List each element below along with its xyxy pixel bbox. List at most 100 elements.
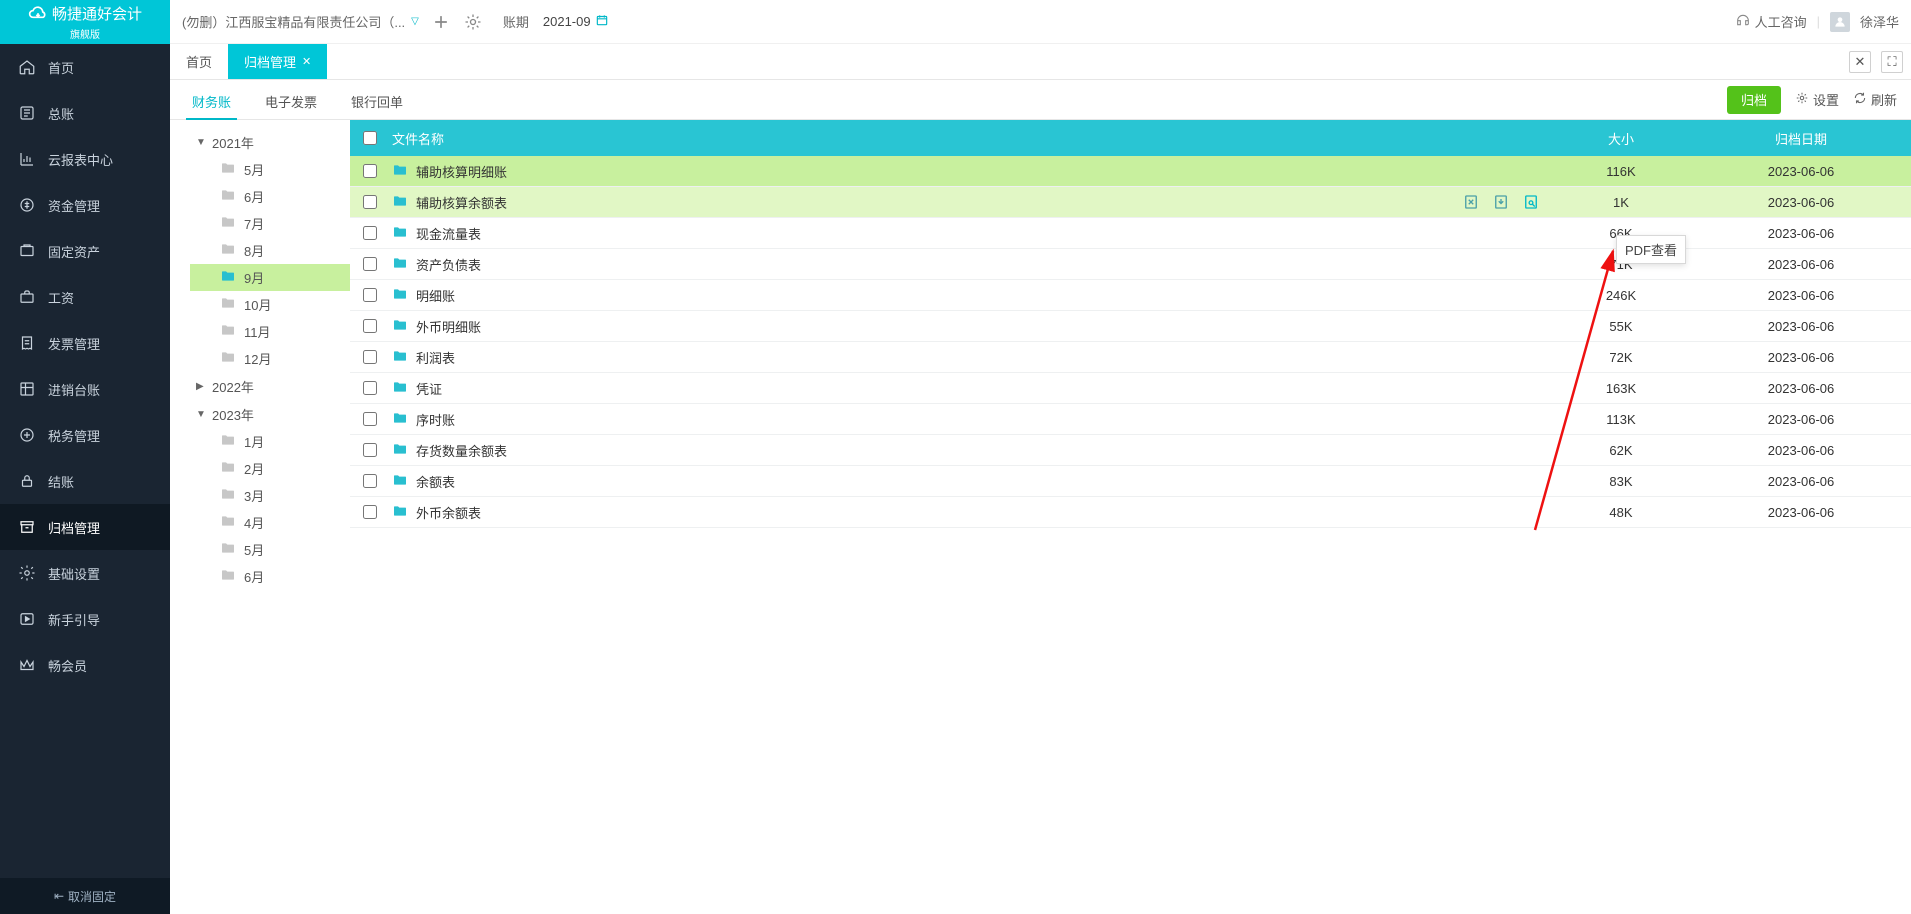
folder-icon	[220, 540, 236, 559]
view-pdf-icon[interactable]	[1521, 192, 1541, 212]
tree-month[interactable]: 6月	[190, 563, 350, 590]
tab-close-all-icon[interactable]: ✕	[1849, 51, 1871, 73]
tree-year-label: 2021年	[212, 133, 254, 152]
subtab-finance[interactable]: 财务账	[186, 92, 237, 119]
table-row[interactable]: 序时账113K2023-06-06	[350, 404, 1911, 435]
settings-gear-icon[interactable]	[463, 12, 483, 32]
tree-month[interactable]: 6月	[190, 183, 350, 210]
file-date: 2023-06-06	[1691, 350, 1911, 365]
row-checkbox[interactable]	[363, 319, 377, 333]
table-row[interactable]: 辅助核算明细账116K2023-06-06	[350, 156, 1911, 187]
tree-month-label: 6月	[244, 567, 264, 586]
avatar-icon[interactable]	[1830, 12, 1850, 32]
subtab-bank[interactable]: 银行回单	[345, 92, 409, 119]
nav-archive[interactable]: 归档管理	[0, 504, 170, 550]
nav-funds[interactable]: 资金管理	[0, 182, 170, 228]
tree-month[interactable]: 2月	[190, 455, 350, 482]
main-area: (勿删）江西服宝精品有限责任公司（... ▽ 账期 2021-09 人工咨询 |…	[170, 0, 1911, 914]
folder-icon	[392, 286, 408, 305]
table-row[interactable]: 辅助核算余额表1K2023-06-06	[350, 187, 1911, 218]
tree-month[interactable]: 5月	[190, 156, 350, 183]
header-size: 大小	[1551, 129, 1691, 148]
row-checkbox[interactable]	[363, 505, 377, 519]
nav-inventory[interactable]: 进销台账	[0, 366, 170, 412]
row-checkbox[interactable]	[363, 164, 377, 178]
tree-month[interactable]: 8月	[190, 237, 350, 264]
tab-label: 首页	[186, 52, 212, 71]
table-row[interactable]: 余额表83K2023-06-06	[350, 466, 1911, 497]
nav-fixed-assets[interactable]: 固定资产	[0, 228, 170, 274]
nav-label: 总账	[48, 104, 74, 123]
row-checkbox[interactable]	[363, 474, 377, 488]
support-link[interactable]: 人工咨询	[1735, 12, 1807, 31]
download-pdf-icon[interactable]	[1491, 192, 1511, 212]
row-checkbox[interactable]	[363, 381, 377, 395]
table-row[interactable]: 外币余额表48K2023-06-06	[350, 497, 1911, 528]
refresh-link[interactable]: 刷新	[1853, 90, 1897, 109]
archive-button[interactable]: 归档	[1727, 86, 1781, 114]
row-checkbox[interactable]	[363, 195, 377, 209]
company-name-text: (勿删）江西服宝精品有限责任公司（...	[182, 12, 405, 31]
tab-archive[interactable]: 归档管理 ✕	[228, 44, 327, 79]
nav-label: 发票管理	[48, 334, 100, 353]
file-date: 2023-06-06	[1691, 288, 1911, 303]
tab-home[interactable]: 首页	[170, 44, 228, 79]
file-name: 现金流量表	[416, 224, 481, 243]
user-name[interactable]: 徐泽华	[1860, 12, 1899, 31]
tree-month-label: 10月	[244, 295, 271, 314]
tree-year[interactable]: ▼2021年	[190, 128, 350, 156]
calendar-icon	[595, 13, 609, 30]
settings-link[interactable]: 设置	[1795, 90, 1839, 109]
tree-month[interactable]: 3月	[190, 482, 350, 509]
nav-invoice[interactable]: 发票管理	[0, 320, 170, 366]
file-size: 83K	[1551, 474, 1691, 489]
tree-month[interactable]: 12月	[190, 345, 350, 372]
pin-off-icon: ⇤	[54, 889, 64, 903]
nav-member[interactable]: 畅会员	[0, 642, 170, 688]
nav-salary[interactable]: 工资	[0, 274, 170, 320]
tab-fullscreen-icon[interactable]: ⛶	[1881, 51, 1903, 73]
close-icon[interactable]: ✕	[302, 55, 311, 68]
nav-home[interactable]: 首页	[0, 44, 170, 90]
folder-icon	[220, 459, 236, 478]
tree-month-label: 4月	[244, 513, 264, 532]
nav-ledger[interactable]: 总账	[0, 90, 170, 136]
nav-report-center[interactable]: 云报表中心	[0, 136, 170, 182]
tree-month[interactable]: 7月	[190, 210, 350, 237]
row-checkbox[interactable]	[363, 443, 377, 457]
row-checkbox[interactable]	[363, 350, 377, 364]
nav-settings[interactable]: 基础设置	[0, 550, 170, 596]
add-icon[interactable]	[431, 12, 451, 32]
nav-close-period[interactable]: 结账	[0, 458, 170, 504]
tree-month[interactable]: 5月	[190, 536, 350, 563]
nav-tax[interactable]: 税务管理	[0, 412, 170, 458]
row-checkbox[interactable]	[363, 226, 377, 240]
table-row[interactable]: 存货数量余额表62K2023-06-06	[350, 435, 1911, 466]
select-all-checkbox[interactable]	[363, 131, 377, 145]
tree-month[interactable]: 11月	[190, 318, 350, 345]
period-picker[interactable]: 2021-09	[543, 13, 609, 30]
row-checkbox[interactable]	[363, 288, 377, 302]
topbar: (勿删）江西服宝精品有限责任公司（... ▽ 账期 2021-09 人工咨询 |…	[170, 0, 1911, 44]
table-row[interactable]: 利润表72K2023-06-06	[350, 342, 1911, 373]
tree-month[interactable]: 9月	[190, 264, 350, 291]
tree-year[interactable]: ▶2022年	[190, 372, 350, 400]
download-excel-icon[interactable]	[1461, 192, 1481, 212]
gear-icon	[18, 564, 36, 582]
home-icon	[18, 58, 36, 76]
table-row[interactable]: 明细账246K2023-06-06	[350, 280, 1911, 311]
tree-month[interactable]: 1月	[190, 428, 350, 455]
table-row[interactable]: 外币明细账55K2023-06-06	[350, 311, 1911, 342]
row-checkbox[interactable]	[363, 412, 377, 426]
tree-month[interactable]: 4月	[190, 509, 350, 536]
folder-icon	[392, 441, 408, 460]
table-row[interactable]: 凭证163K2023-06-06	[350, 373, 1911, 404]
tree-year[interactable]: ▼2023年	[190, 400, 350, 428]
company-selector[interactable]: (勿删）江西服宝精品有限责任公司（... ▽	[182, 12, 419, 31]
folder-icon	[392, 317, 408, 336]
nav-guide[interactable]: 新手引导	[0, 596, 170, 642]
tree-month[interactable]: 10月	[190, 291, 350, 318]
subtab-einvoice[interactable]: 电子发票	[259, 92, 323, 119]
unpin-button[interactable]: ⇤ 取消固定	[0, 878, 170, 914]
row-checkbox[interactable]	[363, 257, 377, 271]
